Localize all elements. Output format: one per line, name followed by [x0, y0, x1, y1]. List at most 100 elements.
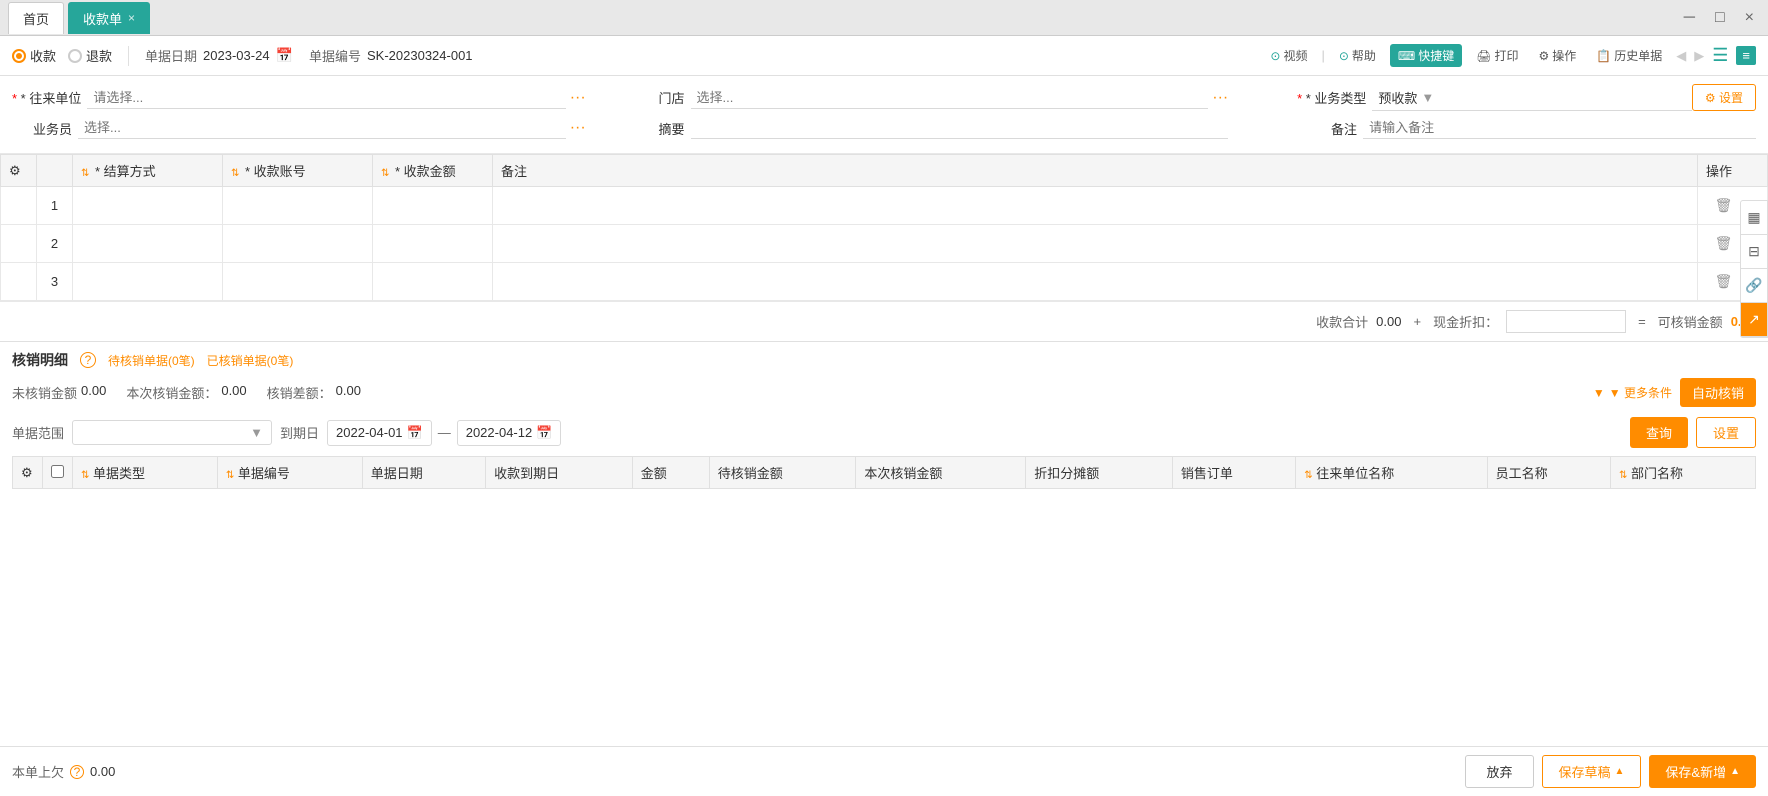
- settings-button[interactable]: ⚙ 设置: [1692, 84, 1756, 111]
- this-check-label: 本次核销金额：: [126, 383, 217, 402]
- auto-verify-button[interactable]: 自动核销: [1680, 378, 1756, 407]
- diff-value: 0.00: [336, 383, 361, 402]
- verify-help-icon[interactable]: ?: [80, 352, 96, 368]
- table-cell-jiesuan-3[interactable]: [73, 263, 223, 301]
- counterpart-input[interactable]: [87, 87, 565, 109]
- biz-type-select[interactable]: 预收款 ▼: [1372, 85, 1692, 111]
- operation-icon: ⚙: [1539, 49, 1550, 63]
- help-btn[interactable]: ⊙ 帮助: [1333, 44, 1382, 67]
- total-label: 收款合计: [1316, 312, 1368, 331]
- this-check-value: 0.00: [221, 383, 246, 402]
- tab-home[interactable]: 首页: [8, 2, 64, 34]
- equals-sign: =: [1638, 314, 1646, 329]
- print-btn[interactable]: 🖨 打印: [1470, 44, 1524, 67]
- date-end-input[interactable]: 2022-04-12 📅: [457, 420, 562, 446]
- radio-refund[interactable]: 退款: [68, 46, 112, 65]
- store-input[interactable]: [691, 87, 1209, 109]
- table-row: 2 🗑 ⧉: [1, 225, 1768, 263]
- table-cell-remark-2[interactable]: [493, 225, 1698, 263]
- salesperson-input[interactable]: [78, 117, 566, 139]
- table-cell-remark-3[interactable]: [493, 263, 1698, 301]
- diff-stat: 核销差额： 0.00: [267, 383, 361, 402]
- draft-button[interactable]: 保存草稿 ▲: [1542, 755, 1642, 788]
- video-btn[interactable]: ⊙ 视频: [1264, 44, 1313, 67]
- diff-label: 核销差额：: [267, 383, 332, 402]
- bottom-col-employee: 员工名称: [1487, 457, 1610, 489]
- notes-input[interactable]: [1363, 117, 1756, 139]
- table-cell-amount-1[interactable]: [373, 187, 493, 225]
- rfb-expand-icon[interactable]: ↗: [1741, 303, 1767, 337]
- discount-label: 现金折扣：: [1433, 312, 1498, 331]
- net-label: 可核销金额: [1658, 312, 1723, 331]
- counterpart-more-btn[interactable]: ···: [570, 89, 586, 107]
- date-value: 2023-03-24: [203, 48, 270, 63]
- bottom-col-checkbox[interactable]: [43, 457, 73, 489]
- toolbar-right-actions: ⊙ 视频 | ⊙ 帮助 ⌨ 快捷键 🖨 打印 ⚙ 操作 📋 历史单据: [1264, 44, 1756, 67]
- table-row: 3 🗑 ⧉: [1, 263, 1768, 301]
- shortcut-btn[interactable]: ⌨ 快捷键: [1390, 44, 1462, 67]
- due-date-label: 到期日: [280, 423, 319, 442]
- discount-input[interactable]: [1506, 310, 1626, 333]
- history-btn[interactable]: 📋 历史单据: [1590, 44, 1668, 67]
- range-select[interactable]: ▼: [72, 420, 272, 445]
- calendar-icon[interactable]: 📅: [276, 47, 293, 64]
- verify-section: 核销明细 ? 待核销单据(0笔) 已核销单据(0笔) 未核销金额 0.00 本次…: [0, 342, 1768, 746]
- col-settings-header[interactable]: ⚙: [1, 155, 37, 187]
- bendan-help-icon[interactable]: ?: [70, 765, 84, 779]
- counterpart-field: * 往来单位 ···: [12, 87, 586, 109]
- table-cell-account-3[interactable]: [223, 263, 373, 301]
- more-conditions-btn[interactable]: ▼ ▼ 更多条件: [1593, 384, 1672, 401]
- rfb-list-icon[interactable]: ⊟: [1741, 235, 1767, 269]
- salesperson-more-btn[interactable]: ···: [570, 119, 586, 137]
- operation-btn[interactable]: ⚙ 操作: [1533, 44, 1583, 67]
- rfb-table-icon[interactable]: ▦: [1741, 201, 1767, 235]
- delete-icon-1[interactable]: 🗑: [1713, 195, 1735, 216]
- summary-label: 摘要: [655, 119, 685, 138]
- this-check-stat: 本次核销金额： 0.00: [126, 383, 246, 402]
- save-new-arrow-icon: ▲: [1730, 766, 1740, 777]
- store-more-btn[interactable]: ···: [1212, 89, 1228, 107]
- rfb-link-icon[interactable]: 🔗: [1741, 269, 1767, 303]
- close-button[interactable]: ×: [1739, 7, 1760, 29]
- save-new-button[interactable]: 保存&新增 ▲: [1649, 755, 1756, 788]
- summary-field: 摘要: [655, 117, 1229, 139]
- delete-icon-2[interactable]: 🗑: [1713, 233, 1735, 254]
- store-label: 门店: [655, 88, 685, 107]
- table-header-row: ⚙ ⇅ * 结算方式 ⇅ * 收款账号 ⇅ * 收款金额: [1, 155, 1768, 187]
- verified-tab[interactable]: 已核销单据(0笔): [207, 352, 294, 369]
- set-button[interactable]: 设置: [1696, 417, 1756, 448]
- maximize-button[interactable]: □: [1709, 7, 1731, 29]
- range-arrow-icon: ▼: [250, 425, 263, 440]
- delete-icon-3[interactable]: 🗑: [1713, 271, 1735, 292]
- date-separator: —: [438, 425, 451, 440]
- sort-icon-2: ⇅: [231, 168, 239, 179]
- query-button[interactable]: 查询: [1630, 417, 1688, 448]
- table-cell-amount-3[interactable]: [373, 263, 493, 301]
- range-label: 单据范围: [12, 423, 64, 442]
- abandon-button[interactable]: 放弃: [1465, 755, 1533, 788]
- pending-tab[interactable]: 待核销单据(0笔): [108, 352, 195, 369]
- table-cell-account-2[interactable]: [223, 225, 373, 263]
- tab-close-icon[interactable]: ×: [128, 11, 135, 25]
- col-num-header: [37, 155, 73, 187]
- toolbar-divider-1: [128, 46, 129, 66]
- table-cell-amount-2[interactable]: [373, 225, 493, 263]
- summary-input[interactable]: [691, 117, 1229, 139]
- bottom-col-this: 本次核销金额: [856, 457, 1026, 489]
- tab-active[interactable]: 收款单 ×: [68, 2, 150, 34]
- salesperson-field: 业务员 ···: [12, 117, 586, 139]
- date-field: 单据日期 2023-03-24 📅: [145, 46, 293, 65]
- unchecked-value: 0.00: [81, 383, 106, 402]
- table-cell-account-1[interactable]: [223, 187, 373, 225]
- radio-receipt[interactable]: 收款: [12, 46, 56, 65]
- col-account-header: ⇅ * 收款账号: [223, 155, 373, 187]
- date-start-input[interactable]: 2022-04-01 📅: [327, 420, 432, 446]
- table-cell-remark-1[interactable]: [493, 187, 1698, 225]
- store-field: 门店 ···: [655, 87, 1229, 109]
- bottom-col-settings[interactable]: ⚙: [13, 457, 43, 489]
- table-cell-jiesuan-1[interactable]: [73, 187, 223, 225]
- table-cell-jiesuan-2[interactable]: [73, 225, 223, 263]
- right-float-bar: ▦ ⊟ 🔗 ↗: [1740, 200, 1768, 338]
- select-all-checkbox[interactable]: [51, 465, 64, 478]
- minimize-button[interactable]: ─: [1678, 7, 1701, 29]
